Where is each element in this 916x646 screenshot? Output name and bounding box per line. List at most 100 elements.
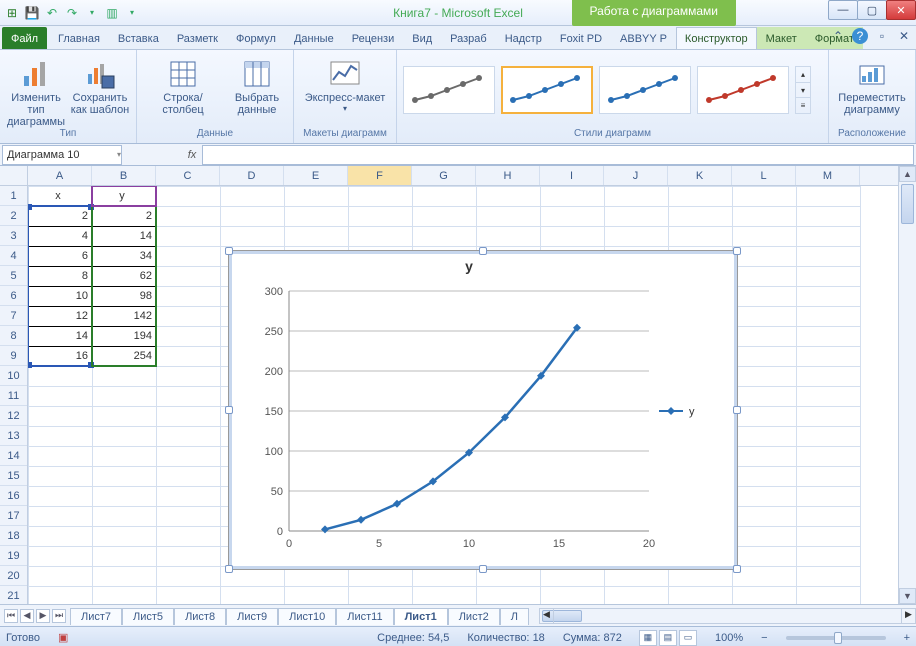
tab-formulas[interactable]: Формул [227,27,285,49]
chart-style-1[interactable] [403,66,495,114]
horizontal-scrollbar[interactable]: ◀ ▶ [539,608,916,624]
sheet-tab-Лист7[interactable]: Лист7 [70,608,122,625]
scroll-down-arrow[interactable]: ▼ [899,588,916,604]
row-header-14[interactable]: 14 [0,446,27,466]
row-header-13[interactable]: 13 [0,426,27,446]
move-chart-button[interactable]: Переместитьдиаграмму [835,56,909,116]
row-header-10[interactable]: 10 [0,366,27,386]
zoom-in-button[interactable]: + [904,632,910,644]
tab-chart-design[interactable]: Конструктор [676,27,757,49]
help-icon[interactable]: ? [852,28,868,44]
cells-area[interactable]: xy224146348621098121421419416254 [28,186,898,604]
column-header-L[interactable]: L [732,166,796,185]
minimize-button[interactable]: — [828,0,858,20]
sheet-nav-prev[interactable]: ◀ [20,609,34,623]
sheet-tab-Лист5[interactable]: Лист5 [122,608,174,625]
column-header-F[interactable]: F [348,166,412,185]
sheet-tab-Лист11[interactable]: Лист11 [336,608,393,625]
column-header-E[interactable]: E [284,166,348,185]
column-header-C[interactable]: C [156,166,220,185]
formula-input[interactable] [202,145,914,165]
select-all-corner[interactable] [0,166,28,186]
zoom-out-button[interactable]: − [761,632,767,644]
sheet-tab-Лист1[interactable]: Лист1 [394,608,448,625]
row-header-20[interactable]: 20 [0,566,27,586]
redo-icon[interactable]: ↷ [64,5,80,21]
column-header-G[interactable]: G [412,166,476,185]
doc-close-icon[interactable]: ✕ [896,28,912,44]
name-box[interactable]: Диаграмма 10▾ [2,145,122,165]
qat-dropdown-icon[interactable]: ▾ [84,5,100,21]
row-header-2[interactable]: 2 [0,206,27,226]
select-data-button[interactable]: Выбратьданные [227,56,287,116]
column-header-M[interactable]: M [796,166,860,185]
zoom-slider-thumb[interactable] [834,632,842,644]
row-header-4[interactable]: 4 [0,246,27,266]
tab-addins[interactable]: Надстр [496,27,551,49]
tab-chart-layout[interactable]: Макет [757,27,806,49]
zoom-level[interactable]: 100% [715,632,743,644]
column-header-A[interactable]: A [28,166,92,185]
row-header-8[interactable]: 8 [0,326,27,346]
scroll-up-arrow[interactable]: ▲ [899,166,916,182]
save-icon[interactable]: 💾 [24,5,40,21]
view-pagebreak-button[interactable]: ▭ [679,630,697,646]
hscroll-right-arrow[interactable]: ▶ [901,609,915,623]
tab-insert[interactable]: Вставка [109,27,168,49]
tab-review[interactable]: Рецензи [343,27,404,49]
switch-row-col-button[interactable]: Строка/столбец [143,56,223,116]
maximize-button[interactable]: ▢ [857,0,887,20]
row-header-1[interactable]: 1 [0,186,27,206]
chart-style-3[interactable] [599,66,691,114]
view-normal-button[interactable]: ▦ [639,630,657,646]
row-header-9[interactable]: 9 [0,346,27,366]
row-header-11[interactable]: 11 [0,386,27,406]
column-header-D[interactable]: D [220,166,284,185]
tab-foxit[interactable]: Foxit PD [551,27,611,49]
row-header-5[interactable]: 5 [0,266,27,286]
hscroll-left-arrow[interactable]: ◀ [540,609,554,623]
row-header-21[interactable]: 21 [0,586,27,604]
quick-layout-button[interactable]: Экспресс-макет▾ [300,56,390,113]
minimize-ribbon-icon[interactable]: ⌃ [830,28,846,44]
column-header-H[interactable]: H [476,166,540,185]
row-header-16[interactable]: 16 [0,486,27,506]
column-header-J[interactable]: J [604,166,668,185]
fx-icon[interactable]: fx [182,149,202,161]
chart-styles-more-button[interactable]: ▴▾≡ [795,66,811,114]
tab-view[interactable]: Вид [403,27,441,49]
column-header-B[interactable]: B [92,166,156,185]
scroll-thumb[interactable] [901,184,914,224]
sheet-tab-Лист2[interactable]: Лист2 [448,608,500,625]
sheet-nav-last[interactable]: ⏭ [52,609,66,623]
row-header-7[interactable]: 7 [0,306,27,326]
tab-data[interactable]: Данные [285,27,343,49]
row-header-17[interactable]: 17 [0,506,27,526]
row-header-6[interactable]: 6 [0,286,27,306]
vertical-scrollbar[interactable]: ▲ ▼ [898,166,916,604]
column-header-K[interactable]: K [668,166,732,185]
chart-object[interactable]: y05010015020025030005101520y [228,250,738,570]
row-header-15[interactable]: 15 [0,466,27,486]
save-template-button[interactable]: Сохранитькак шаблон [70,56,130,116]
row-header-12[interactable]: 12 [0,406,27,426]
macro-record-icon[interactable]: ▣ [58,631,68,644]
tab-file[interactable]: Файл [2,27,47,49]
change-chart-type-button[interactable]: Изменить типдиаграммы [6,56,66,128]
chart-style-2[interactable] [501,66,593,114]
column-header-I[interactable]: I [540,166,604,185]
cell-A1[interactable]: x [28,186,92,206]
sheet-tab-Лист8[interactable]: Лист8 [174,608,226,625]
tab-abbyy[interactable]: ABBYY P [611,27,676,49]
tab-home[interactable]: Главная [49,27,109,49]
sheet-tab-Лист9[interactable]: Лист9 [226,608,278,625]
view-layout-button[interactable]: ▤ [659,630,677,646]
sheet-nav-first[interactable]: ⏮ [4,609,18,623]
qat-dropdown2-icon[interactable]: ▾ [124,5,140,21]
close-button[interactable]: ✕ [886,0,916,20]
tab-developer[interactable]: Разраб [441,27,496,49]
chart-style-4[interactable] [697,66,789,114]
qat-extra-icon[interactable]: ▥ [104,5,120,21]
tab-page-layout[interactable]: Разметк [168,27,227,49]
doc-restore-icon[interactable]: ▫ [874,28,890,44]
